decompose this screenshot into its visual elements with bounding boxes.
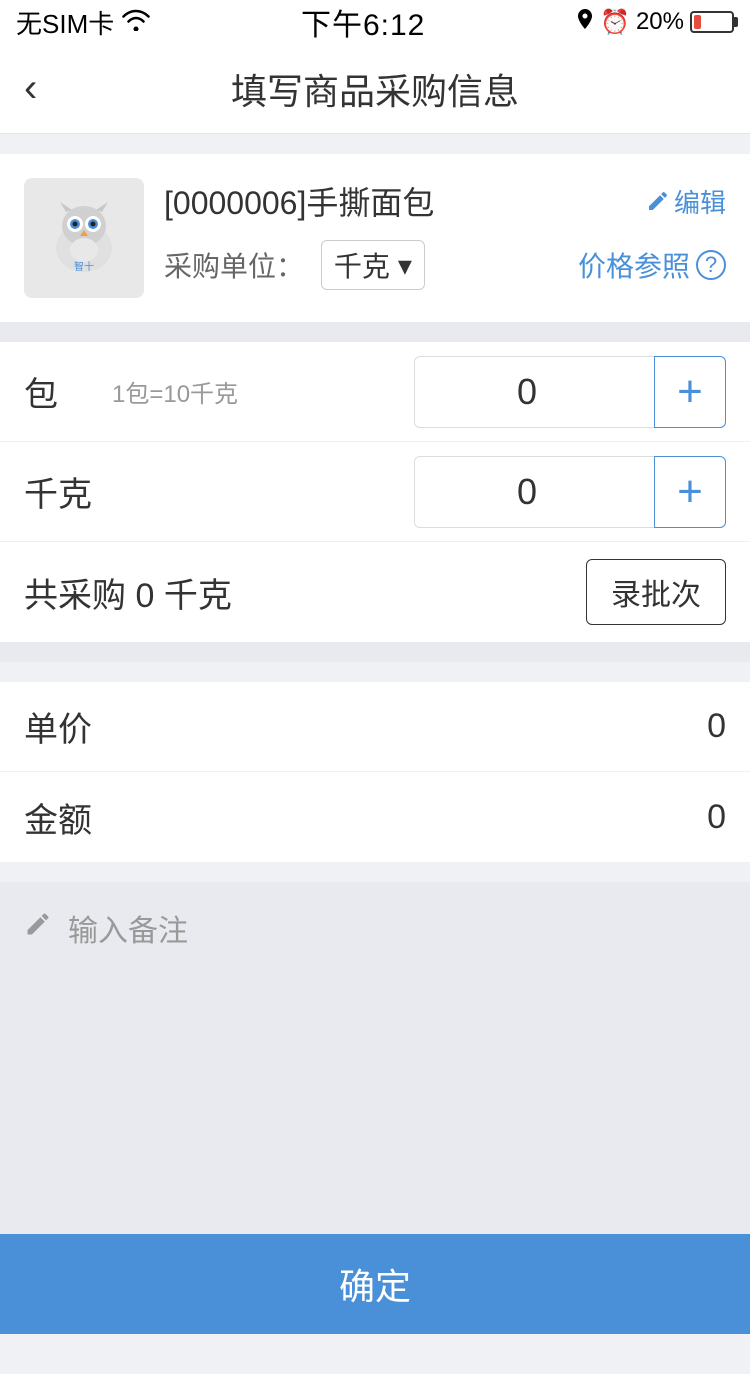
nav-title: 填写商品采购信息 — [231, 63, 519, 115]
amount-label: 金额 — [24, 793, 92, 842]
notes-placeholder: 输入备注 — [68, 906, 188, 950]
bao-input[interactable] — [414, 356, 654, 428]
kilogram-input-wrapper: + — [414, 456, 726, 528]
battery-icon — [690, 11, 734, 33]
confirm-button[interactable]: 确定 — [0, 1234, 750, 1334]
price-section: 单价 0 金额 0 — [0, 682, 750, 862]
notes-section[interactable]: 输入备注 — [0, 882, 750, 974]
input-section: 包 1包=10千克 + 千克 + — [0, 342, 750, 542]
bao-input-row: 包 1包=10千克 + — [0, 342, 750, 442]
help-icon: ? — [696, 250, 726, 280]
bao-sublabel: 1包=10千克 — [112, 374, 414, 409]
unit-price-value: 0 — [707, 707, 726, 746]
nav-bar: ‹ 填写商品采购信息 — [0, 44, 750, 134]
edit-label: 编辑 — [674, 183, 726, 220]
unit-price-label: 单价 — [24, 702, 92, 751]
summary-unit: 千克 — [164, 577, 232, 615]
unit-price-row: 单价 0 — [0, 682, 750, 772]
price-ref-label: 价格参照 — [578, 245, 690, 285]
unit-selector[interactable]: 千克 ▾ — [321, 240, 425, 290]
section-divider-1 — [0, 322, 750, 342]
summary-row: 共采购 0 千克 录批次 — [0, 542, 750, 642]
chevron-down-icon: ▾ — [398, 249, 412, 282]
bao-plus-button[interactable]: + — [654, 356, 726, 428]
kilogram-input[interactable] — [414, 456, 654, 528]
amount-value: 0 — [707, 798, 726, 837]
bao-label: 包 — [24, 367, 104, 416]
bao-input-wrapper: + — [414, 356, 726, 428]
battery-percentage: 20% — [636, 8, 684, 36]
product-name: [0000006]手撕面包 — [164, 178, 434, 224]
unit-label: 千克 — [334, 245, 390, 285]
status-bar-time: 下午6:12 — [301, 0, 425, 44]
status-bar-left: 无SIM卡 — [16, 4, 150, 41]
carrier-label: 无SIM卡 — [16, 4, 114, 41]
location-icon — [576, 8, 594, 37]
summary-value: 0 — [135, 577, 154, 615]
back-button[interactable]: ‹ — [24, 66, 37, 111]
svg-text:智十: 智十 — [74, 260, 94, 273]
alarm-icon: ⏰ — [600, 8, 630, 37]
kilogram-plus-button[interactable]: + — [654, 456, 726, 528]
section-divider-2 — [0, 642, 750, 662]
price-ref-button[interactable]: 价格参照 ? — [578, 245, 726, 285]
content-filler — [0, 974, 750, 1274]
purchase-unit-group: 采购单位： 千克 ▾ — [164, 240, 425, 290]
batch-button[interactable]: 录批次 — [586, 559, 726, 625]
pencil-icon — [24, 910, 52, 946]
status-bar: 无SIM卡 下午6:12 ⏰ 20% — [0, 0, 750, 44]
wifi-icon — [122, 7, 150, 38]
product-image: 智十 — [24, 178, 144, 298]
kilogram-label: 千克 — [24, 467, 104, 516]
amount-row: 金额 0 — [0, 772, 750, 862]
product-info: [0000006]手撕面包 编辑 采购单位： 千克 ▾ 价格 — [164, 178, 726, 290]
product-card: 智十 [0000006]手撕面包 编辑 采购单位： 千克 ▾ — [0, 154, 750, 322]
summary-text: 共采购 0 千克 — [24, 568, 232, 617]
summary-label: 共采购 — [24, 577, 126, 615]
kilogram-input-row: 千克 + — [0, 442, 750, 542]
status-bar-right: ⏰ 20% — [576, 8, 734, 37]
purchase-unit-label: 采购单位： — [164, 251, 304, 282]
edit-button[interactable]: 编辑 — [646, 183, 726, 220]
